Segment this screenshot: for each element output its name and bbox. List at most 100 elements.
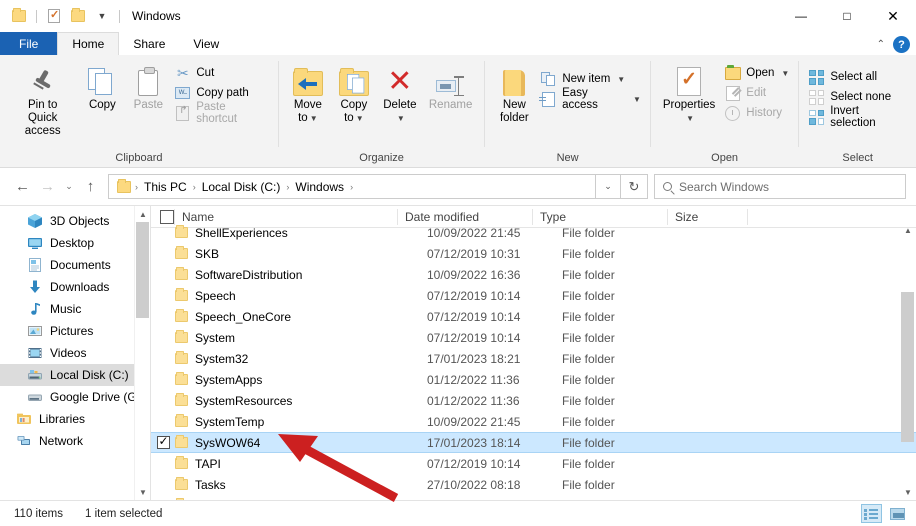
table-row[interactable]: ShellExperiences 10/09/2022 21:45 File f… bbox=[151, 222, 916, 243]
sidebar-item-libraries[interactable]: Libraries bbox=[0, 408, 150, 430]
tab-view[interactable]: View bbox=[179, 32, 233, 55]
breadcrumb-separator: › bbox=[350, 181, 354, 192]
maximize-button[interactable]: □ bbox=[824, 0, 870, 32]
row-checkbox-cell[interactable] bbox=[151, 373, 175, 386]
file-list-scrollbar[interactable]: ▲ ▼ bbox=[900, 222, 916, 500]
sidebar-item-pictures[interactable]: Pictures bbox=[0, 320, 150, 342]
row-checkbox-cell[interactable] bbox=[151, 434, 175, 449]
select-all-button[interactable]: Select all bbox=[805, 67, 910, 87]
delete-button[interactable]: ✕ Delete ▼ bbox=[377, 59, 423, 128]
group-caption-open: Open bbox=[711, 152, 739, 164]
new-folder-button[interactable]: New folder bbox=[491, 59, 537, 128]
cut-button[interactable]: ✂ Cut bbox=[171, 63, 272, 83]
collapse-ribbon-icon[interactable]: ⌃ bbox=[877, 39, 885, 50]
row-checkbox-cell[interactable] bbox=[151, 352, 175, 365]
table-row[interactable]: SystemResources 01/12/2022 11:36 File fo… bbox=[151, 390, 916, 411]
row-checkbox-cell[interactable] bbox=[151, 415, 175, 428]
new-item-button[interactable]: New item ▼ bbox=[537, 69, 644, 89]
sidebar-item-network[interactable]: Network bbox=[0, 430, 150, 452]
folder-icon[interactable] bbox=[8, 5, 30, 27]
invert-selection-button[interactable]: Invert selection bbox=[805, 105, 910, 129]
chevron-down-icon: ▼ bbox=[309, 114, 318, 123]
row-checkbox-checked[interactable] bbox=[156, 434, 170, 449]
sidebar-item-documents[interactable]: Documents bbox=[0, 254, 150, 276]
breadcrumb[interactable]: › This PC › Local Disk (C:) › Windows › bbox=[108, 174, 596, 199]
large-icons-view-button[interactable] bbox=[887, 504, 908, 523]
help-button[interactable]: ? bbox=[893, 36, 910, 53]
edit-button[interactable]: Edit bbox=[721, 83, 792, 103]
row-checkbox-cell[interactable] bbox=[151, 310, 175, 323]
table-row[interactable]: System32 17/01/2023 18:21 File folder bbox=[151, 348, 916, 369]
table-row[interactable]: System 07/12/2019 10:14 File folder bbox=[151, 327, 916, 348]
table-row[interactable]: TAPI 07/12/2019 10:14 File folder bbox=[151, 453, 916, 474]
pin-to-quick-access-button[interactable]: Pin to Quick access bbox=[6, 59, 79, 141]
new-folder-icon[interactable] bbox=[67, 5, 89, 27]
scroll-down-icon[interactable]: ▼ bbox=[900, 484, 916, 500]
table-row[interactable]: Tasks 27/10/2022 08:18 File folder bbox=[151, 474, 916, 495]
properties-button[interactable]: Properties ▼ bbox=[657, 59, 721, 128]
sidebar-item-videos[interactable]: Videos bbox=[0, 342, 150, 364]
search-input[interactable]: Search Windows bbox=[654, 174, 906, 199]
row-checkbox-cell[interactable] bbox=[151, 457, 175, 470]
scroll-down-icon[interactable]: ▼ bbox=[135, 484, 151, 500]
row-checkbox-cell[interactable] bbox=[151, 289, 175, 302]
copy-button[interactable]: Copy bbox=[79, 59, 125, 115]
tab-home[interactable]: Home bbox=[57, 32, 120, 55]
easy-access-button[interactable]: Easy access ▼ bbox=[537, 87, 644, 111]
ribbon: Pin to Quick access Copy Paste ✂ Cut W..… bbox=[0, 55, 916, 168]
move-to-button[interactable]: Move to ▼ bbox=[285, 59, 331, 128]
refresh-button[interactable]: ↻ bbox=[621, 174, 648, 199]
minimize-button[interactable]: — bbox=[778, 0, 824, 32]
close-button[interactable]: ✕ bbox=[870, 0, 916, 32]
table-row[interactable]: SoftwareDistribution 10/09/2022 16:36 Fi… bbox=[151, 264, 916, 285]
breadcrumb-item-windows[interactable]: Windows bbox=[291, 180, 348, 194]
back-button[interactable]: ← bbox=[10, 174, 35, 200]
tab-share[interactable]: Share bbox=[119, 32, 179, 55]
select-none-button[interactable]: Select none bbox=[805, 87, 910, 107]
sidebar-item-downloads[interactable]: Downloads bbox=[0, 276, 150, 298]
navigation-pane-scrollbar[interactable]: ▲ ▼ bbox=[134, 206, 150, 500]
rename-button[interactable]: Rename bbox=[423, 59, 478, 115]
details-view-button[interactable] bbox=[861, 504, 882, 523]
history-button[interactable]: History bbox=[721, 103, 792, 123]
paste-shortcut-button[interactable]: Paste shortcut bbox=[171, 101, 272, 125]
forward-button[interactable]: → bbox=[35, 174, 60, 200]
row-checkbox-cell[interactable] bbox=[151, 331, 175, 344]
table-row-selected[interactable]: SysWOW64 17/01/2023 18:14 File folder bbox=[151, 432, 916, 453]
table-row[interactable]: SystemApps 01/12/2022 11:36 File folder bbox=[151, 369, 916, 390]
libraries-icon bbox=[16, 411, 32, 427]
customize-chevron-icon[interactable]: ▼ bbox=[91, 5, 113, 27]
table-row[interactable]: SystemTemp 10/09/2022 21:45 File folder bbox=[151, 411, 916, 432]
up-button[interactable]: ↑ bbox=[78, 174, 103, 200]
copy-path-button[interactable]: W... Copy path bbox=[171, 83, 272, 103]
table-row[interactable]: SKB 07/12/2019 10:31 File folder bbox=[151, 243, 916, 264]
folder-icon bbox=[175, 414, 195, 427]
breadcrumb-item-local-disk[interactable]: Local Disk (C:) bbox=[198, 180, 285, 194]
tab-file[interactable]: File bbox=[0, 32, 58, 55]
row-checkbox-cell[interactable] bbox=[151, 478, 175, 491]
properties-icon[interactable] bbox=[43, 5, 65, 27]
row-checkbox-cell[interactable] bbox=[151, 226, 175, 239]
sidebar-item-music[interactable]: Music bbox=[0, 298, 150, 320]
sidebar-item-label: Pictures bbox=[50, 324, 94, 338]
recent-locations-button[interactable]: ⌄ bbox=[60, 174, 78, 200]
invert-selection-icon bbox=[808, 109, 825, 125]
sidebar-item-google-drive-g[interactable]: Google Drive (G: bbox=[0, 386, 150, 408]
scroll-up-icon[interactable]: ▲ bbox=[135, 206, 151, 222]
scroll-up-icon[interactable]: ▲ bbox=[900, 222, 916, 238]
copy-to-button[interactable]: Copy to ▼ bbox=[331, 59, 377, 128]
sidebar-item-local-disk-c[interactable]: Local Disk (C:) bbox=[0, 364, 150, 386]
row-checkbox-cell[interactable] bbox=[151, 247, 175, 260]
row-checkbox-cell[interactable] bbox=[151, 394, 175, 407]
open-button[interactable]: Open ▼ bbox=[721, 63, 792, 83]
breadcrumb-item-this-pc[interactable]: This PC bbox=[140, 180, 191, 194]
paste-button[interactable]: Paste bbox=[125, 59, 171, 115]
sidebar-item-desktop[interactable]: Desktop bbox=[0, 232, 150, 254]
row-checkbox-cell[interactable] bbox=[151, 268, 175, 281]
address-dropdown-button[interactable]: ⌄ bbox=[596, 174, 621, 199]
table-row[interactable]: Speech 07/12/2019 10:14 File folder bbox=[151, 285, 916, 306]
scrollbar-thumb[interactable] bbox=[136, 222, 149, 318]
sidebar-item-3d-objects[interactable]: 3D Objects bbox=[0, 210, 150, 232]
scrollbar-thumb[interactable] bbox=[901, 292, 914, 442]
table-row[interactable]: Speech_OneCore 07/12/2019 10:14 File fol… bbox=[151, 306, 916, 327]
